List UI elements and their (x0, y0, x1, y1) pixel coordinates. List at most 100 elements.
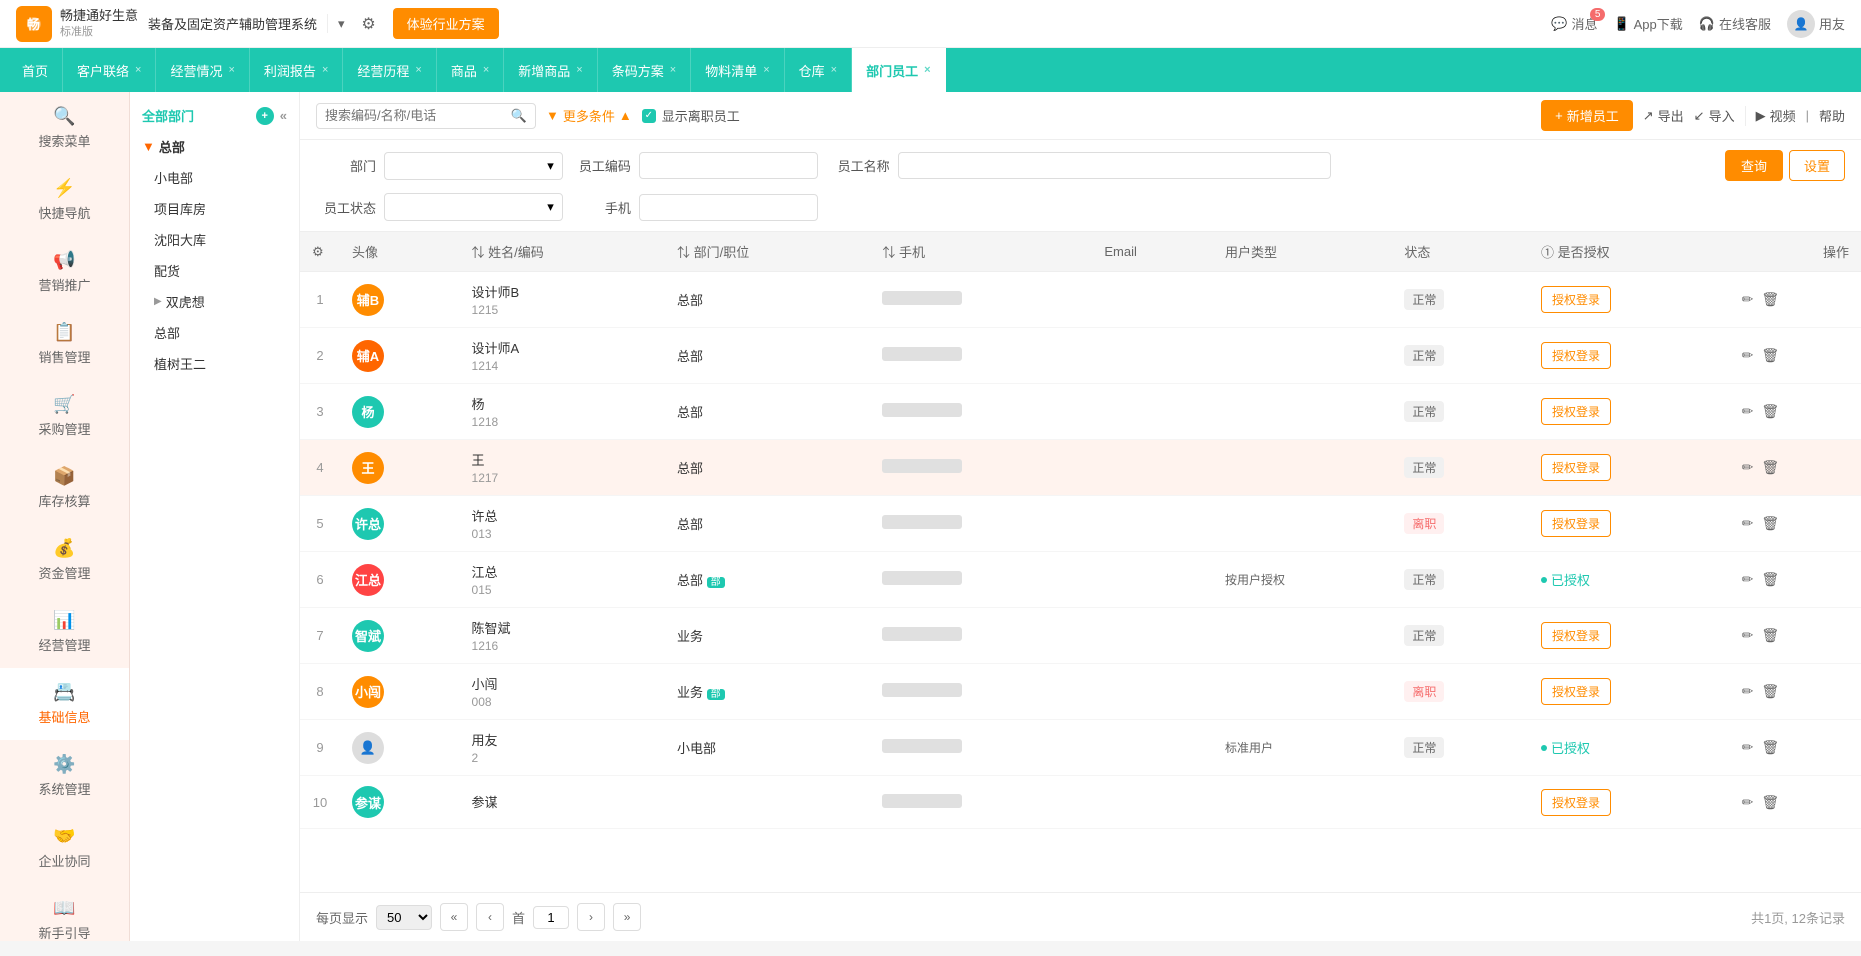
edit-button[interactable]: ✏ (1742, 291, 1754, 308)
sidebar-item-operation[interactable]: 📊 经营管理 (0, 596, 129, 668)
tab-home[interactable]: 首页 (8, 48, 63, 92)
show-resigned-toggle[interactable]: ✓ 显示离职员工 (642, 106, 740, 125)
sidebar-item-finance[interactable]: 💰 资金管理 (0, 524, 129, 596)
col-name-code[interactable]: ⇅ 姓名/编码 (460, 232, 665, 272)
dept-node-distribution[interactable]: 配货 (130, 255, 299, 286)
sidebar-item-system[interactable]: ⚙️ 系统管理 (0, 740, 129, 812)
auth-button[interactable]: 授权登录 (1541, 510, 1611, 537)
delete-button[interactable]: 🗑 (1761, 794, 1779, 811)
close-icon[interactable]: × (763, 64, 769, 76)
sidebar-item-guide[interactable]: 📖 新手引导 (0, 884, 129, 956)
auth-button[interactable]: 授权登录 (1541, 789, 1611, 816)
col-phone[interactable]: ⇅ 手机 (870, 232, 1092, 272)
delete-button[interactable]: 🗑 (1761, 739, 1779, 756)
tab-profit[interactable]: 利润报告 × (250, 48, 343, 92)
col-settings[interactable]: ⚙ (300, 232, 340, 272)
tab-bom[interactable]: 物料清单 × (691, 48, 784, 92)
close-icon[interactable]: × (576, 64, 582, 76)
delete-button[interactable]: 🗑 (1761, 515, 1779, 532)
delete-button[interactable]: 🗑 (1761, 459, 1779, 476)
emp-name-input[interactable] (898, 152, 1332, 179)
tab-goods[interactable]: 商品 × (437, 48, 504, 92)
add-dept-icon[interactable]: + (256, 107, 274, 125)
row-auth[interactable]: 授权登录 (1529, 440, 1730, 496)
row-auth[interactable]: 授权登录 (1529, 776, 1730, 829)
edit-button[interactable]: ✏ (1742, 627, 1754, 644)
dept-node-project[interactable]: 项目库房 (130, 193, 299, 224)
close-icon[interactable]: × (483, 64, 489, 76)
dept-node-hq2[interactable]: 总部 (130, 317, 299, 348)
system-dropdown[interactable]: ▾ (338, 16, 345, 32)
next-page-button[interactable]: › (577, 903, 605, 931)
close-icon[interactable]: × (322, 64, 328, 76)
page-number-input[interactable] (533, 906, 569, 929)
col-dept-pos[interactable]: ⇅ 部门/职位 (665, 232, 870, 272)
auth-button[interactable]: 授权登录 (1541, 286, 1611, 313)
last-page-button[interactable]: » (613, 903, 641, 931)
sidebar-item-collaboration[interactable]: 🤝 企业协同 (0, 812, 129, 884)
close-icon[interactable]: × (135, 64, 141, 76)
delete-button[interactable]: 🗑 (1761, 347, 1779, 364)
settings-button[interactable]: ⚙ (355, 10, 383, 38)
reset-button[interactable]: 设置 (1789, 150, 1845, 181)
auth-button[interactable]: 授权登录 (1541, 398, 1611, 425)
sidebar-item-purchase[interactable]: 🛒 采购管理 (0, 380, 129, 452)
app-download-button[interactable]: 📱 App下载 (1613, 14, 1682, 33)
edit-button[interactable]: ✏ (1742, 347, 1754, 364)
phone-input[interactable] (639, 194, 818, 221)
close-icon[interactable]: × (670, 64, 676, 76)
auth-button[interactable]: 授权登录 (1541, 622, 1611, 649)
delete-button[interactable]: 🗑 (1761, 627, 1779, 644)
tab-customer[interactable]: 客户联络 × (63, 48, 156, 92)
checkbox-resigned[interactable]: ✓ (642, 109, 656, 123)
edit-button[interactable]: ✏ (1742, 683, 1754, 700)
first-page-button[interactable]: « (440, 903, 468, 931)
user-avatar[interactable]: 👤 用友 (1787, 10, 1845, 38)
close-icon[interactable]: × (831, 64, 837, 76)
close-icon[interactable]: × (924, 64, 930, 76)
close-icon[interactable]: × (228, 64, 234, 76)
edit-button[interactable]: ✏ (1742, 739, 1754, 756)
collapse-tree-icon[interactable]: « (280, 108, 287, 123)
search-input[interactable] (325, 108, 505, 123)
auth-button[interactable]: 授权登录 (1541, 454, 1611, 481)
auth-button[interactable]: 授权登录 (1541, 342, 1611, 369)
tab-barcode[interactable]: 条码方案 × (598, 48, 691, 92)
tab-history[interactable]: 经营历程 × (343, 48, 436, 92)
sidebar-item-quick[interactable]: ⚡ 快捷导航 (0, 164, 129, 236)
row-auth[interactable]: 授权登录 (1529, 328, 1730, 384)
status-select[interactable]: ▾ (384, 193, 563, 221)
dept-node-shenyang[interactable]: 沈阳大库 (130, 224, 299, 255)
dept-node-dual[interactable]: ▶ 双虎想 (130, 286, 299, 317)
dept-node-headquarters[interactable]: ▼ 总部 (130, 131, 299, 162)
per-page-select[interactable]: 50 20 100 (376, 905, 432, 930)
sidebar-item-sales[interactable]: 📋 销售管理 (0, 308, 129, 380)
delete-button[interactable]: 🗑 (1761, 571, 1779, 588)
sidebar-item-marketing[interactable]: 📢 营销推广 (0, 236, 129, 308)
close-icon[interactable]: × (415, 64, 421, 76)
sidebar-item-basic[interactable]: 📇 基础信息 (0, 668, 129, 740)
delete-button[interactable]: 🗑 (1761, 291, 1779, 308)
auth-button[interactable]: 授权登录 (1541, 678, 1611, 705)
edit-button[interactable]: ✏ (1742, 515, 1754, 532)
delete-button[interactable]: 🗑 (1761, 683, 1779, 700)
row-auth[interactable]: 授权登录 (1529, 664, 1730, 720)
online-service-button[interactable]: 🎧 在线客服 (1699, 14, 1771, 33)
import-button[interactable]: ↙ 导入 (1694, 106, 1735, 125)
tab-operation[interactable]: 经营情况 × (156, 48, 249, 92)
prev-page-button[interactable]: ‹ (476, 903, 504, 931)
row-auth[interactable]: 授权登录 (1529, 608, 1730, 664)
query-button[interactable]: 查询 (1725, 150, 1783, 181)
delete-button[interactable]: 🗑 (1761, 403, 1779, 420)
row-auth[interactable]: 授权登录 (1529, 496, 1730, 552)
dept-node-plant[interactable]: 植树王二 (130, 348, 299, 379)
more-filters-button[interactable]: ▼ 更多条件 ▲ (546, 106, 632, 125)
edit-button[interactable]: ✏ (1742, 794, 1754, 811)
dept-select[interactable]: ▾ (384, 152, 563, 180)
edit-button[interactable]: ✏ (1742, 403, 1754, 420)
messages-button[interactable]: 💬 消息 5 (1551, 14, 1597, 33)
try-button[interactable]: 体验行业方案 (393, 8, 499, 39)
row-auth[interactable]: 授权登录 (1529, 384, 1730, 440)
dept-node-small-electric[interactable]: 小电部 (130, 162, 299, 193)
help-button[interactable]: 帮助 (1819, 106, 1845, 125)
